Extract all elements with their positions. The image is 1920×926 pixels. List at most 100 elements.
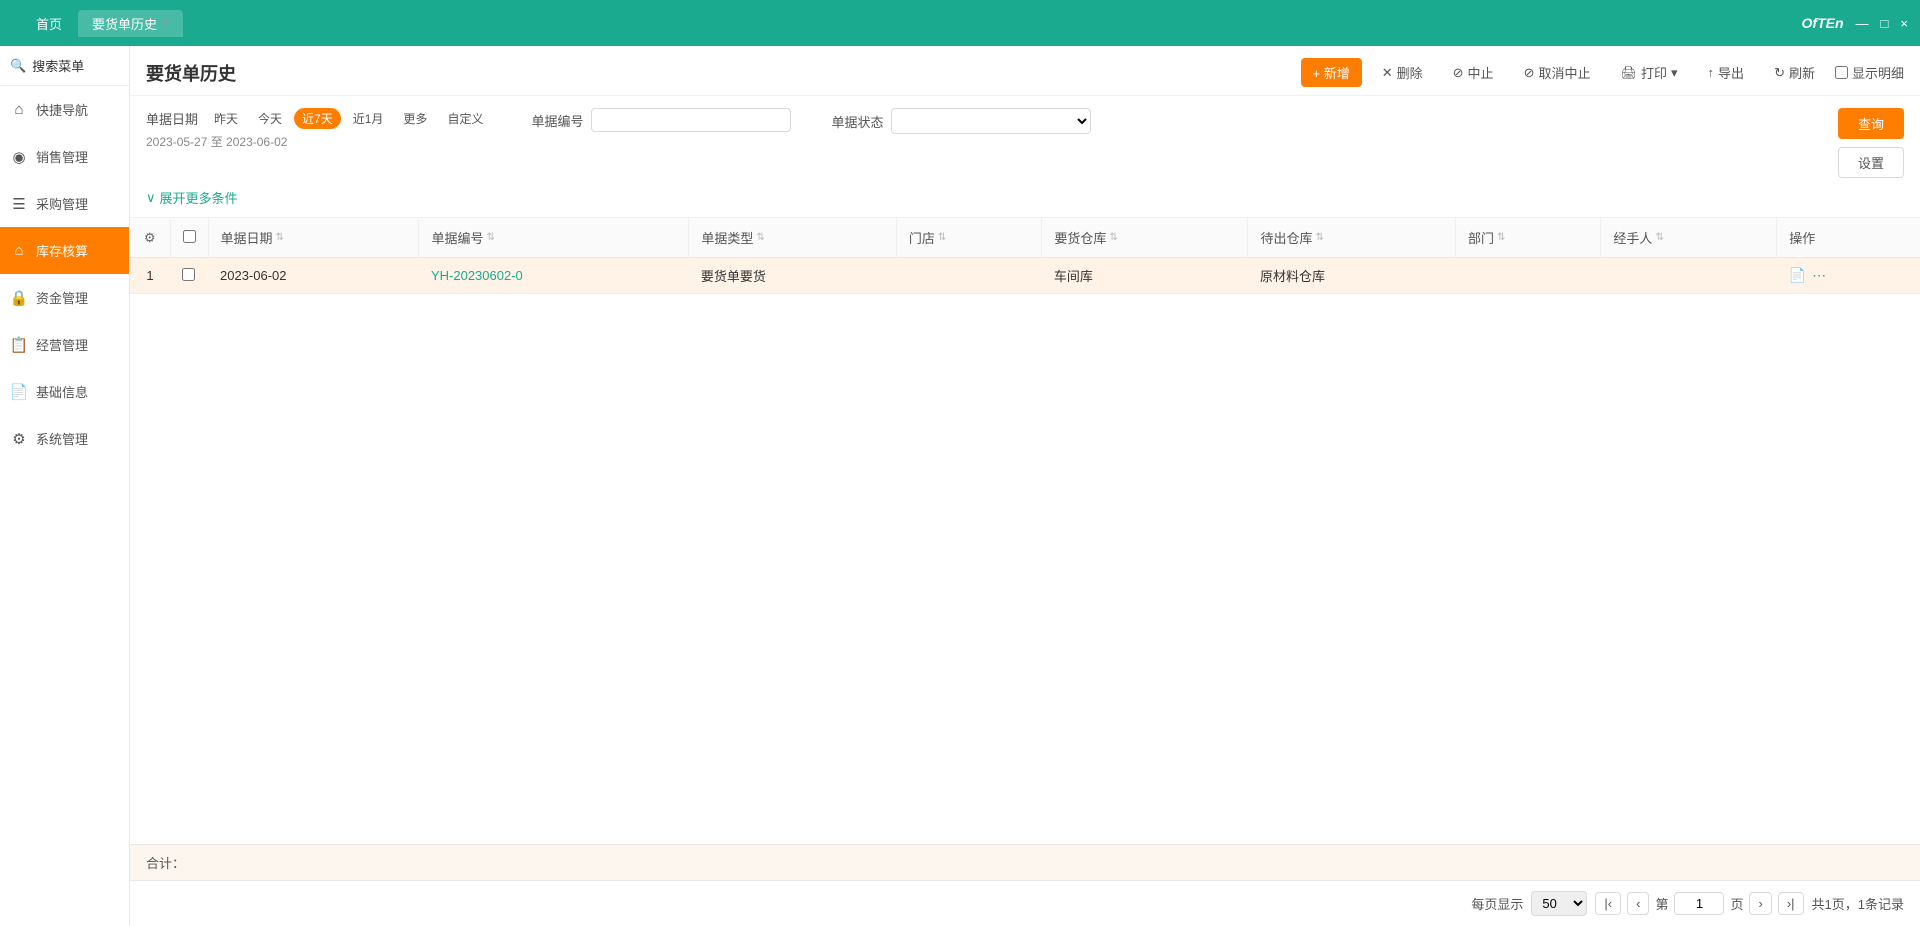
tab-close-icon[interactable]: × [163,17,169,29]
row-doc-no-link[interactable]: YH-20230602-0 [431,268,523,283]
sort-handler-icon: ⇅ [1655,232,1663,243]
date-filter-btns: 昨天 今天 近7天 近1月 更多 自定义 [206,108,491,129]
sidebar-item-basic-info[interactable]: 📄 基础信息 [0,368,129,415]
inventory-icon: ⌂ [10,242,28,260]
date-btn-today[interactable]: 今天 [250,108,290,129]
sidebar-item-label: 基础信息 [36,382,88,401]
page-input[interactable] [1674,892,1724,915]
sort-doc-no[interactable]: 单据编号 ⇅ [431,228,676,247]
view-action-icon[interactable]: 📄 [1789,267,1806,284]
sidebar-item-system[interactable]: ⚙ 系统管理 [0,415,129,462]
date-btn-more[interactable]: 更多 [395,108,435,129]
expand-more-btn[interactable]: ∨ 展开更多条件 [146,184,1904,211]
first-page-button[interactable]: |‹ [1595,892,1621,915]
display-detail-checkbox[interactable] [1835,66,1848,79]
row-store [896,258,1041,294]
more-action-icon[interactable]: ⋯ [1812,267,1826,284]
filter-section: 单据日期 昨天 今天 近7天 近1月 更多 自定义 2023-05-27 至 2… [130,96,1920,178]
tab-requisition-label: 要货单历史 [92,14,157,33]
page-size-select[interactable]: 10 20 50 100 [1531,891,1587,916]
sidebar-item-inventory[interactable]: ⌂ 库存核算 [0,227,129,274]
sidebar-item-sales[interactable]: ◉ 销售管理 [0,133,129,180]
sidebar-item-finance[interactable]: 🔒 资金管理 [0,274,129,321]
sidebar-search[interactable]: 🔍 搜索菜单 [0,46,129,86]
cancel-stop-icon: ⊘ [1524,65,1535,81]
row-doc-no: YH-20230602-0 [419,258,689,294]
sort-req-warehouse[interactable]: 要货仓库 ⇅ [1054,228,1235,247]
select-all-checkbox[interactable] [183,230,196,243]
sales-icon: ◉ [10,148,28,166]
top-right-controls: OfTEn — □ × [1802,15,1908,31]
sort-pending-warehouse-icon: ⇅ [1315,232,1323,243]
row-select-checkbox[interactable] [182,268,195,281]
date-btn-yesterday[interactable]: 昨天 [206,108,246,129]
pagination-bar: 每页显示 10 20 50 100 |‹ ‹ 第 页 › ›| [130,880,1920,926]
sidebar-item-label: 快捷导航 [36,100,88,119]
window-close-button[interactable]: × [1900,16,1908,31]
delete-button[interactable]: ✕ 删除 [1372,59,1433,86]
purchase-icon: ☰ [10,195,28,213]
last-page-button[interactable]: ›| [1778,892,1804,915]
toolbar: + 新增 ✕ 删除 ⊘ 中止 ⊘ 取消中止 [1301,58,1905,87]
display-detail-toggle[interactable]: 显示明细 [1835,63,1904,82]
maximize-button[interactable]: □ [1881,16,1889,31]
date-btn-1month[interactable]: 近1月 [345,108,392,129]
th-store: 门店 ⇅ [896,218,1041,258]
refresh-button[interactable]: ↻ 刷新 [1764,59,1825,86]
quick-nav-icon: ⌂ [10,101,28,119]
doc-status-select[interactable] [891,108,1091,134]
next-page-button[interactable]: › [1749,892,1771,915]
date-btn-7days[interactable]: 近7天 [294,108,341,129]
sidebar-item-quick-nav[interactable]: ⌂ 快捷导航 [0,86,129,133]
row-actions: 📄 ⋯ [1777,258,1920,294]
page-content: 要货单历史 + 新增 ✕ 删除 ⊘ 中止 ⊘ 取消中止 [130,46,1920,926]
row-department [1455,258,1600,294]
th-doc-no: 单据编号 ⇅ [419,218,689,258]
setting-button[interactable]: 设置 [1838,147,1904,178]
sort-req-warehouse-icon: ⇅ [1109,232,1117,243]
query-button[interactable]: 查询 [1838,108,1904,139]
page-nav: |‹ ‹ 第 页 › ›| [1595,892,1803,915]
th-handler: 经手人 ⇅ [1601,218,1777,258]
page-word: 页 [1730,894,1743,913]
sort-handler[interactable]: 经手人 ⇅ [1613,228,1764,247]
print-dropdown-icon: ▾ [1671,65,1678,81]
stop-icon: ⊘ [1453,65,1464,81]
data-table: ⚙ 单据日期 ⇅ [130,218,1920,294]
doc-no-label: 单据编号 [531,111,583,130]
cancel-stop-button[interactable]: ⊘ 取消中止 [1514,59,1601,86]
prev-page-button[interactable]: ‹ [1627,892,1649,915]
doc-no-filter-row: 单据编号 [531,108,791,132]
sidebar-item-purchase[interactable]: ☰ 采购管理 [0,180,129,227]
sort-store[interactable]: 门店 ⇅ [909,228,1029,247]
tab-home[interactable]: 首页 [22,10,76,37]
tab-requisition-history[interactable]: 要货单历史 × [78,10,183,37]
sort-pending-warehouse[interactable]: 待出仓库 ⇅ [1260,228,1443,247]
date-filter-group: 单据日期 昨天 今天 近7天 近1月 更多 自定义 2023-05-27 至 2… [146,108,491,150]
date-btn-custom[interactable]: 自定义 [439,108,491,129]
export-button[interactable]: ↑ 导出 [1698,59,1755,86]
date-filter-label: 单据日期 [146,109,198,128]
print-button[interactable]: 🖨 打印 ▾ [1610,59,1687,86]
th-req-warehouse: 要货仓库 ⇅ [1042,218,1248,258]
page-title: 要货单历史 [146,60,236,86]
sort-doc-type[interactable]: 单据类型 ⇅ [701,228,884,247]
print-icon: 🖨 [1620,65,1637,81]
settings-icon[interactable]: ⚙ [144,230,156,245]
new-button[interactable]: + 新增 [1301,58,1362,87]
minimize-button[interactable]: — [1856,16,1869,31]
refresh-icon: ↻ [1774,65,1785,81]
row-date: 2023-06-02 [208,258,419,294]
sidebar-item-operation[interactable]: 📋 经营管理 [0,321,129,368]
table-footer: 合计： [130,844,1920,880]
row-pending-warehouse: 原材料仓库 [1248,258,1456,294]
sort-date[interactable]: 单据日期 ⇅ [221,228,407,247]
row-handler [1601,258,1777,294]
stop-button[interactable]: ⊘ 中止 [1443,59,1504,86]
delete-icon: ✕ [1382,65,1393,81]
sort-department[interactable]: 部门 ⇅ [1468,228,1588,247]
sidebar-item-label: 库存核算 [36,241,88,260]
doc-no-input[interactable] [591,108,791,132]
tab-bar: 首页 要货单历史 × [22,10,1802,37]
sort-date-icon: ⇅ [276,232,284,243]
